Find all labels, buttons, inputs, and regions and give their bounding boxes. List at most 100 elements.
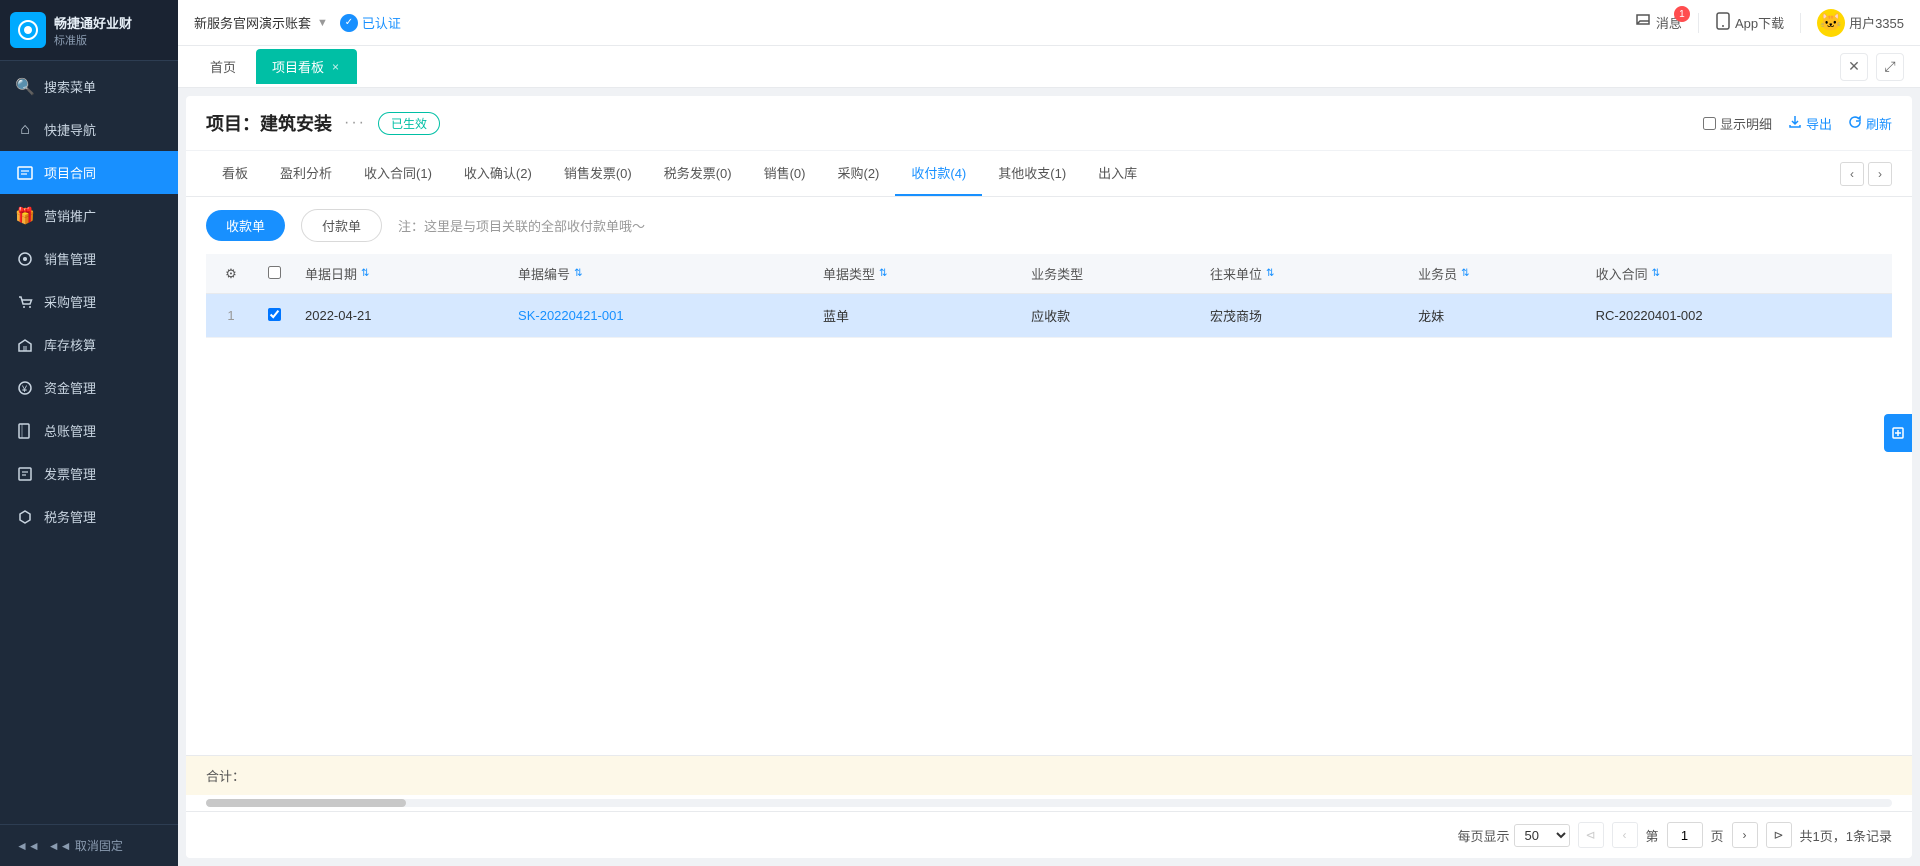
project-name: 建筑安装 [260, 114, 332, 134]
expand-icon: ⤢ [1884, 58, 1895, 75]
subnav-sales-label: 销售(0) [764, 166, 806, 181]
tab-home-label: 首页 [210, 57, 236, 76]
sidebar-item-sales[interactable]: 销售管理 [0, 237, 178, 280]
row-number[interactable]: SK-20220421-001 [506, 294, 811, 338]
app-logo [10, 12, 46, 48]
first-page-btn[interactable]: ⊲ [1578, 822, 1604, 848]
sidebar-item-label: 总账管理 [44, 421, 96, 440]
floating-action-btn[interactable] [1884, 414, 1912, 452]
page-suffix: 页 [1711, 826, 1724, 845]
subnav-other-expense[interactable]: 其他收支(1) [982, 151, 1082, 196]
th-partner[interactable]: 往来单位 ⇅ [1198, 254, 1406, 294]
show-detail-checkbox[interactable]: 显示明细 [1703, 114, 1772, 133]
finance-icon: ¥ [16, 379, 34, 397]
show-detail-input[interactable] [1703, 117, 1716, 130]
th-income-contract[interactable]: 收入合同 ⇅ [1584, 254, 1892, 294]
sidebar-item-label: 项目合同 [44, 163, 96, 182]
subnav-tax-invoice[interactable]: 税务发票(0) [648, 151, 748, 196]
sub-nav-next[interactable]: › [1868, 162, 1892, 186]
tab-close-icon[interactable]: × [330, 60, 341, 74]
sidebar-item-label: 快捷导航 [44, 120, 96, 139]
svg-text:¥: ¥ [21, 384, 28, 394]
sidebar-item-label: 销售管理 [44, 249, 96, 268]
expand-window-btn[interactable]: ⤢ [1876, 53, 1904, 81]
select-all-checkbox[interactable] [268, 266, 281, 279]
last-page-btn[interactable]: ⊳ [1766, 822, 1792, 848]
receipts-filter-btn[interactable]: 收款单 [206, 210, 285, 241]
sidebar-item-quick-nav[interactable]: ⌂ 快捷导航 [0, 108, 178, 151]
user-menu[interactable]: 🐱 用户3355 [1817, 9, 1904, 37]
document-link[interactable]: SK-20220421-001 [518, 308, 624, 323]
subnav-income-contract[interactable]: 收入合同(1) [348, 151, 448, 196]
project-status-badge: 已生效 [378, 112, 440, 135]
row-select-checkbox[interactable] [268, 308, 281, 321]
sidebar-item-tax[interactable]: 税务管理 [0, 495, 178, 538]
certified-icon: ✓ [340, 14, 358, 32]
export-icon [1788, 115, 1802, 132]
row-checkbox[interactable] [256, 294, 293, 338]
row-date: 2022-04-21 [293, 294, 506, 338]
sidebar-header: 畅捷通好业财 标准版 [0, 0, 178, 61]
th-number[interactable]: 单据编号 ⇅ [506, 254, 811, 294]
horizontal-scrollbar[interactable] [186, 795, 1912, 811]
messages-btn[interactable]: 消息 1 [1634, 12, 1682, 33]
table-body: 1 2022-04-21 SK-20220421-001 蓝单 应收款 宏茂商场… [206, 294, 1892, 338]
subnav-receipts[interactable]: 收付款(4) [895, 151, 982, 196]
table-row[interactable]: 1 2022-04-21 SK-20220421-001 蓝单 应收款 宏茂商场… [206, 294, 1892, 338]
unpin-icon: ◄◄ [16, 839, 40, 853]
sidebar-item-invoice[interactable]: 发票管理 [0, 452, 178, 495]
subnav-in-out[interactable]: 出入库 [1082, 151, 1153, 196]
sidebar-item-purchase[interactable]: 采购管理 [0, 280, 178, 323]
payment-filter-btn[interactable]: 付款单 [301, 209, 382, 242]
next-page-btn[interactable]: › [1732, 822, 1758, 848]
project-title: 项目：建筑安装 [206, 110, 332, 136]
close-window-btn[interactable]: ✕ [1840, 53, 1868, 81]
sidebar-item-label: 营销推广 [44, 206, 96, 225]
th-date[interactable]: 单据日期 ⇅ [293, 254, 506, 294]
sidebar-item-search[interactable]: 🔍 搜索菜单 [0, 65, 178, 108]
settings-icon[interactable]: ⚙ [225, 266, 237, 281]
purchase-icon [16, 293, 34, 311]
subnav-income-confirm-label: 收入确认(2) [464, 166, 532, 181]
th-checkbox[interactable] [256, 254, 293, 294]
sidebar-item-label: 发票管理 [44, 464, 96, 483]
th-salesman[interactable]: 业务员 ⇅ [1406, 254, 1584, 294]
sidebar-item-inventory[interactable]: 库存核算 [0, 323, 178, 366]
sort-icon-partner: ⇅ [1266, 268, 1274, 279]
th-partner-label: 往来单位 ⇅ [1210, 264, 1274, 283]
sub-nav-prev[interactable]: ‹ [1840, 162, 1864, 186]
topbar-divider2 [1800, 13, 1801, 33]
subnav-sales[interactable]: 销售(0) [748, 151, 822, 196]
current-page-input[interactable] [1667, 822, 1703, 848]
inventory-icon [16, 336, 34, 354]
sidebar-item-finance[interactable]: ¥ 资金管理 [0, 366, 178, 409]
topbar: 新服务官网演示账套 ▼ ✓ 已认证 消息 1 App下载 [178, 0, 1920, 46]
account-selector[interactable]: 新服务官网演示账套 ▼ [194, 13, 328, 32]
export-btn[interactable]: 导出 [1788, 114, 1832, 133]
scrollbar-thumb[interactable] [206, 799, 406, 807]
project-more-btn[interactable]: ··· [344, 114, 366, 132]
th-type[interactable]: 单据类型 ⇅ [811, 254, 1019, 294]
tab-project-board[interactable]: 项目看板 × [256, 49, 357, 84]
topbar-right: 消息 1 App下载 🐱 用户3355 [1634, 9, 1904, 37]
table-container: ⚙ 单据日期 ⇅ 单据编号 [186, 254, 1912, 755]
page-size-selector: 每页显示 50 100 [1457, 824, 1569, 847]
subnav-purchase[interactable]: 采购(2) [821, 151, 895, 196]
page-size-select[interactable]: 50 100 [1514, 824, 1570, 847]
subnav-profit[interactable]: 盈利分析 [264, 151, 348, 196]
subnav-sales-invoice[interactable]: 销售发票(0) [548, 151, 648, 196]
th-settings[interactable]: ⚙ [206, 254, 256, 294]
sidebar-item-project-contract[interactable]: 项目合同 [0, 151, 178, 194]
subnav-board[interactable]: 看板 [206, 151, 264, 196]
sidebar-item-marketing[interactable]: 🎁 营销推广 [0, 194, 178, 237]
refresh-btn[interactable]: 刷新 [1848, 114, 1892, 133]
sidebar-item-ledger[interactable]: 总账管理 [0, 409, 178, 452]
sidebar-unpin[interactable]: ◄◄ ◄◄ 取消固定 [0, 824, 178, 866]
main-content: 新服务官网演示账套 ▼ ✓ 已认证 消息 1 App下载 [178, 0, 1920, 866]
app-download-btn[interactable]: App下载 [1715, 12, 1784, 33]
tab-home[interactable]: 首页 [194, 49, 252, 84]
ledger-icon [16, 422, 34, 440]
subnav-income-confirm[interactable]: 收入确认(2) [448, 151, 548, 196]
total-label: 合计： [206, 766, 245, 785]
prev-page-btn[interactable]: ‹ [1612, 822, 1638, 848]
